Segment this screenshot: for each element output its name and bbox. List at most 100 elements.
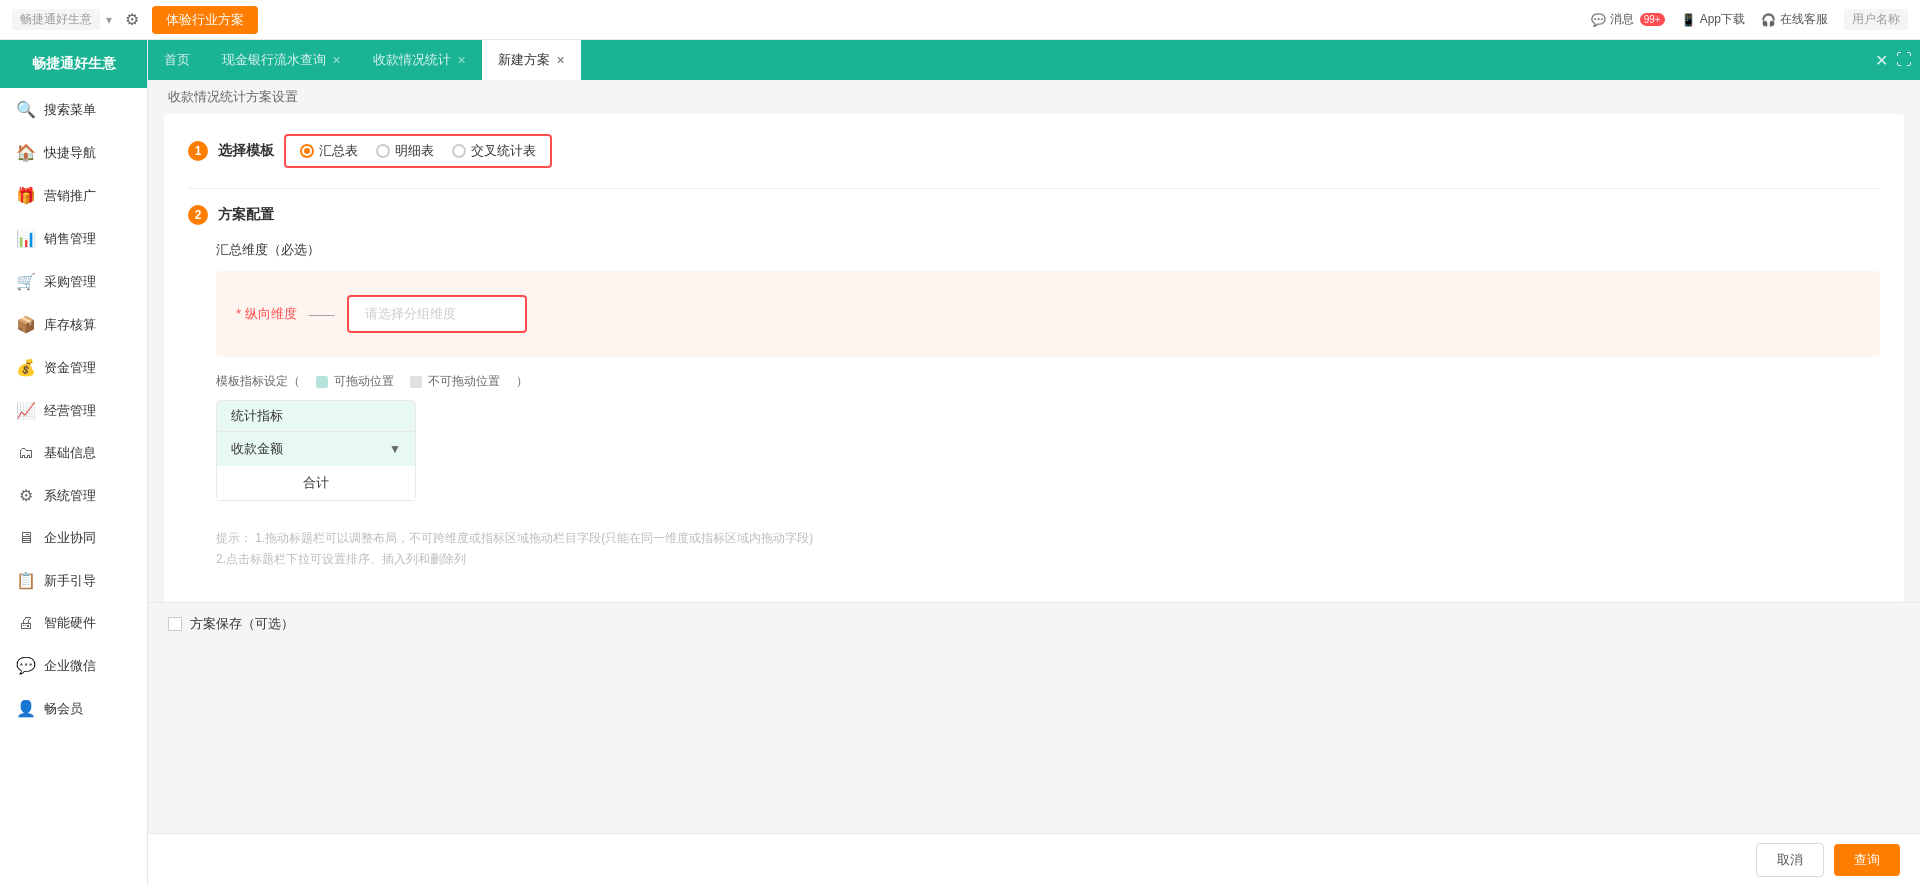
member-icon: 👤	[16, 699, 36, 718]
trial-button[interactable]: 体验行业方案	[152, 6, 258, 34]
step1-badge: 1	[188, 141, 208, 161]
tab-bank-close[interactable]: ✕	[332, 54, 341, 67]
tab-bank[interactable]: 现金银行流水查询 ✕	[206, 40, 357, 80]
sidebar-item-marketing[interactable]: 🎁 营销推广	[0, 174, 147, 217]
dimension-placeholder: 请选择分组维度	[365, 306, 456, 321]
indicator-table-header-label: 统计指标	[231, 408, 283, 423]
support-icon: 🎧	[1761, 13, 1776, 27]
radio-summary[interactable]: 汇总表	[300, 142, 358, 160]
tab-maximize-button[interactable]: ⛶	[1896, 51, 1912, 69]
indicator-section: 模板指标设定（ 可拖动位置 不可拖动位置 ）	[216, 373, 1880, 504]
sidebar-item-label: 搜索菜单	[44, 101, 96, 119]
radio-detail[interactable]: 明细表	[376, 142, 434, 160]
dimension-title: 汇总维度（必选）	[216, 241, 1880, 259]
tab-new-plan[interactable]: 新建方案 ✕	[482, 40, 581, 80]
search-icon: 🔍	[16, 100, 36, 119]
dimension-input[interactable]: 请选择分组维度	[347, 295, 527, 333]
sidebar-item-label: 采购管理	[44, 273, 96, 291]
indicator-table-header: 统计指标	[217, 401, 415, 432]
dimension-row-vertical: * 纵向维度 —— 请选择分组维度	[236, 295, 1860, 333]
sidebar-item-label: 销售管理	[44, 230, 96, 248]
sidebar-item-operations[interactable]: 📈 经营管理	[0, 389, 147, 432]
sidebar-item-inventory[interactable]: 📦 库存核算	[0, 303, 147, 346]
tab-bar: 首页 现金银行流水查询 ✕ 收款情况统计 ✕ 新建方案 ✕ ✕ ⛶	[148, 40, 1920, 80]
sidebar-item-nav[interactable]: 🏠 快捷导航	[0, 131, 147, 174]
notification-action[interactable]: 💬 消息 99+	[1591, 11, 1665, 28]
sidebar-item-hardware[interactable]: 🖨 智能硬件	[0, 602, 147, 644]
legend-draggable-label: 可拖动位置	[334, 373, 394, 390]
indicator-title-text: 模板指标设定（	[216, 373, 300, 390]
sidebar-item-label: 智能硬件	[44, 614, 96, 632]
support-action[interactable]: 🎧 在线客服	[1761, 11, 1828, 28]
box-icon: 📦	[16, 315, 36, 334]
tab-home[interactable]: 首页	[148, 40, 206, 80]
dimension-arrow: ——	[309, 307, 335, 322]
hardware-icon: 🖨	[16, 614, 36, 632]
sidebar-item-label: 资金管理	[44, 359, 96, 377]
collab-icon: 🖥	[16, 529, 36, 547]
indicator-table-cell[interactable]: 收款金额 ▼	[217, 432, 415, 466]
template-select-box: 汇总表 明细表 交叉统计表	[284, 134, 552, 168]
download-icon: 📱	[1681, 13, 1696, 27]
legend-non-draggable: 不可拖动位置	[410, 373, 500, 390]
radio-detail-label: 明细表	[395, 142, 434, 160]
sidebar-item-finance[interactable]: 💰 资金管理	[0, 346, 147, 389]
top-header: 畅捷通好生意 ▾ ⚙ 体验行业方案 💬 消息 99+ 📱 App下载 🎧 在线客…	[0, 0, 1920, 40]
radio-summary-label: 汇总表	[319, 142, 358, 160]
notification-label: 消息	[1610, 11, 1634, 28]
config-body: 汇总维度（必选） * 纵向维度 —— 请选择分组维度	[216, 241, 1880, 582]
chevron-down-icon: ▾	[106, 13, 112, 27]
sidebar-item-purchase[interactable]: 🛒 采购管理	[0, 260, 147, 303]
sidebar-logo: 畅捷通好生意	[0, 40, 147, 88]
sidebar-item-system[interactable]: ⚙ 系统管理	[0, 474, 147, 517]
sidebar-item-member[interactable]: 👤 畅会员	[0, 687, 147, 730]
radio-cross[interactable]: 交叉统计表	[452, 142, 536, 160]
header-right: 💬 消息 99+ 📱 App下载 🎧 在线客服 用户名称	[1591, 9, 1908, 30]
system-icon: ⚙	[16, 486, 36, 505]
legend-non-draggable-label: 不可拖动位置	[428, 373, 500, 390]
sidebar-item-collab[interactable]: 🖥 企业协同	[0, 517, 147, 559]
indicator-table: 统计指标 收款金额 ▼ 合计	[216, 400, 416, 501]
indicator-footer-label: 合计	[303, 475, 329, 490]
tab-close-window-button[interactable]: ✕	[1875, 51, 1888, 70]
guide-icon: 📋	[16, 571, 36, 590]
sidebar-item-sales[interactable]: 📊 销售管理	[0, 217, 147, 260]
settings-button[interactable]: ⚙	[118, 6, 146, 34]
step2-header: 2 方案配置	[188, 205, 1880, 225]
sidebar-item-guide[interactable]: 📋 新手引导	[0, 559, 147, 602]
content-area: 首页 现金银行流水查询 ✕ 收款情况统计 ✕ 新建方案 ✕ ✕ ⛶	[148, 40, 1920, 885]
sidebar-item-label: 经营管理	[44, 402, 96, 420]
indicator-header: 模板指标设定（ 可拖动位置 不可拖动位置 ）	[216, 373, 1880, 390]
indicator-table-footer: 合计	[217, 466, 415, 500]
cell-dropdown-icon[interactable]: ▼	[389, 442, 401, 456]
sidebar-item-search[interactable]: 🔍 搜索菜单	[0, 88, 147, 131]
gift-icon: 🎁	[16, 186, 36, 205]
step1-section: 1 选择模板 汇总表 明细表 交	[188, 134, 1880, 168]
home-icon: 🏠	[16, 143, 36, 162]
cart-icon: 🛒	[16, 272, 36, 291]
support-label: 在线客服	[1780, 11, 1828, 28]
download-action[interactable]: 📱 App下载	[1681, 11, 1745, 28]
sidebar-item-label: 新手引导	[44, 572, 96, 590]
tab-receipt-close[interactable]: ✕	[457, 54, 466, 67]
tip-line-1: 提示： 1.拖动标题栏可以调整布局，不可跨维度或指标区域拖动栏目字段(只能在同一…	[216, 530, 1880, 547]
tab-new-plan-close[interactable]: ✕	[556, 54, 565, 67]
sidebar: 畅捷通好生意 🔍 搜索菜单 🏠 快捷导航 🎁 营销推广 📊 销售管理 🛒 采购管…	[0, 40, 148, 885]
radio-summary-circle[interactable]	[300, 144, 314, 158]
query-button[interactable]: 查询	[1834, 844, 1900, 876]
sidebar-item-wechat[interactable]: 💬 企业微信	[0, 644, 147, 687]
radio-detail-circle[interactable]	[376, 144, 390, 158]
info-icon: 🗂	[16, 444, 36, 462]
download-label: App下载	[1700, 11, 1745, 28]
cancel-button[interactable]: 取消	[1756, 843, 1824, 877]
money-icon: 💰	[16, 358, 36, 377]
save-checkbox[interactable]	[168, 617, 182, 631]
tab-bar-actions: ✕ ⛶	[1875, 51, 1920, 70]
sidebar-item-label: 基础信息	[44, 444, 96, 462]
ops-icon: 📈	[16, 401, 36, 420]
sidebar-item-basic[interactable]: 🗂 基础信息	[0, 432, 147, 474]
sidebar-item-label: 系统管理	[44, 487, 96, 505]
tab-receipt[interactable]: 收款情况统计 ✕	[357, 40, 482, 80]
sidebar-item-label: 营销推广	[44, 187, 96, 205]
radio-cross-circle[interactable]	[452, 144, 466, 158]
